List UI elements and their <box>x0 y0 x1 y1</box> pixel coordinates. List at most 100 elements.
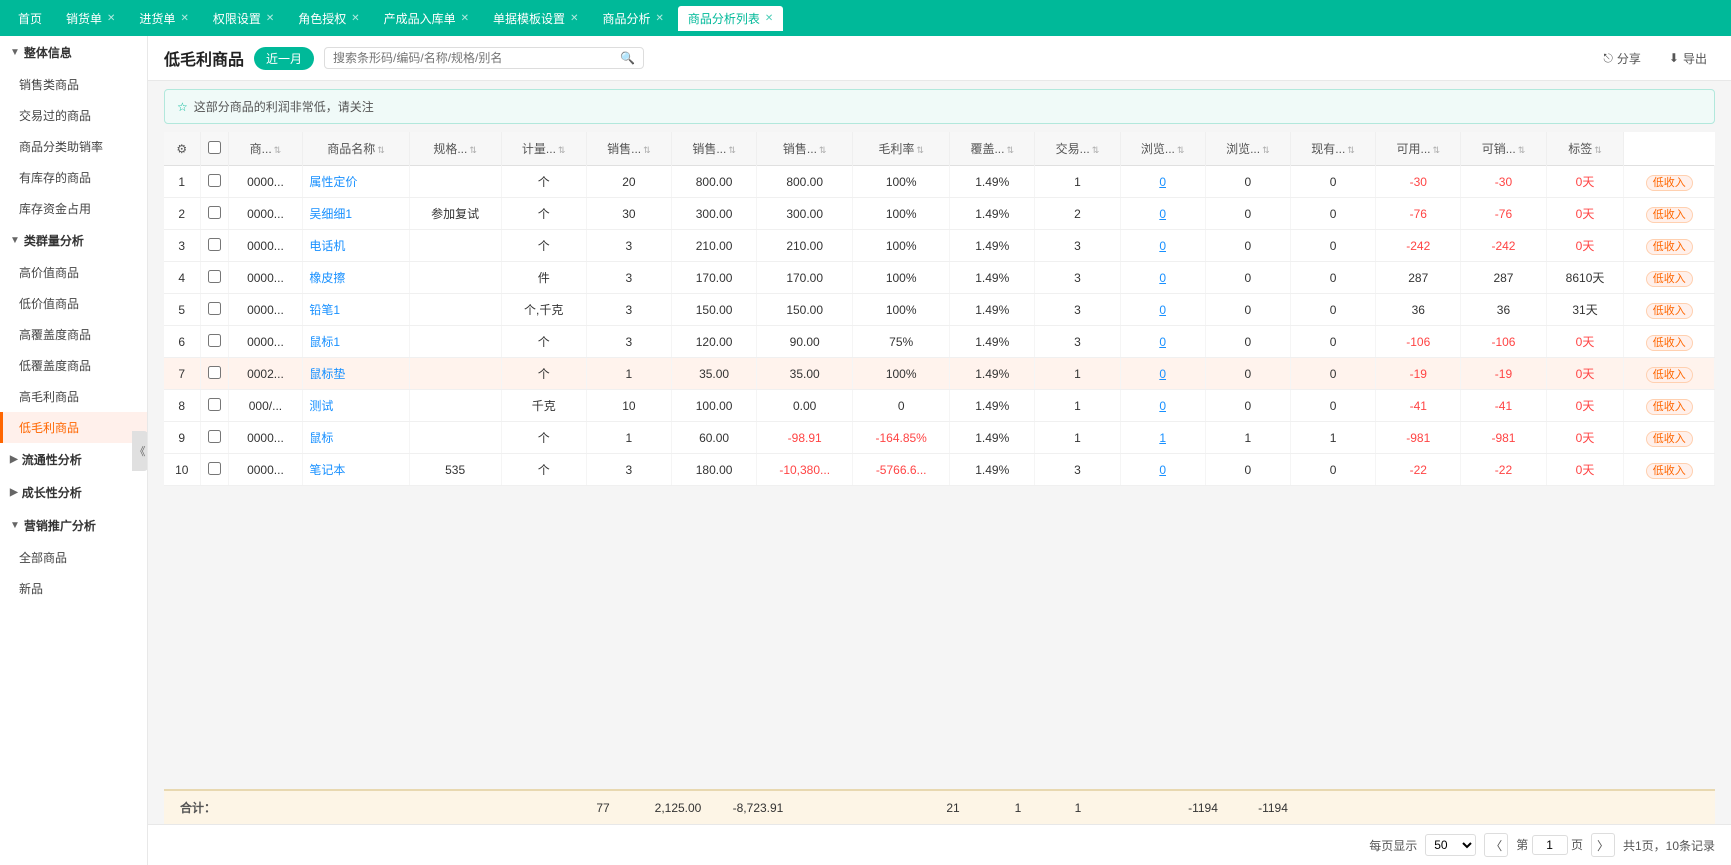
row-name[interactable]: 吴细细1 <box>303 198 409 230</box>
row-current: -981 <box>1376 422 1461 454</box>
sidebar-item-high-coverage[interactable]: 高覆盖度商品 <box>0 319 147 350</box>
sidebar-item-stock-funds[interactable]: 库存资金占用 <box>0 193 147 224</box>
sidebar-item-traded-goods[interactable]: 交易过的商品 <box>0 100 147 131</box>
col-browse2-header: 浏览...⇅ <box>1205 132 1290 166</box>
sidebar-section-cluster[interactable]: ▼ 类群量分析 <box>0 224 147 257</box>
row-select-checkbox[interactable] <box>208 398 221 411</box>
row-name[interactable]: 鼠标1 <box>303 326 409 358</box>
sidebar-item-low-margin[interactable]: 低毛利商品 <box>0 412 147 443</box>
row-checkbox[interactable] <box>200 198 228 230</box>
row-checkbox[interactable] <box>200 454 228 486</box>
nav-home[interactable]: 首页 <box>8 6 52 31</box>
search-input[interactable] <box>333 51 616 65</box>
nav-sales[interactable]: 销货单 ✕ <box>56 6 125 31</box>
sidebar-section-growth[interactable]: ▶ 成长性分析 <box>0 476 147 509</box>
row-select-checkbox[interactable] <box>208 270 221 283</box>
row-coverage: 3 <box>1035 262 1120 294</box>
search-icon[interactable]: 🔍 <box>620 51 635 65</box>
nav-product-analysis[interactable]: 商品分析 ✕ <box>592 6 673 31</box>
row-checkbox[interactable] <box>200 294 228 326</box>
row-name[interactable]: 橡皮擦 <box>303 262 409 294</box>
row-checkbox[interactable] <box>200 230 228 262</box>
row-coverage: 1 <box>1035 166 1120 198</box>
close-icon[interactable]: ✕ <box>107 13 115 24</box>
sidebar-section-marketing[interactable]: ▼ 营销推广分析 <box>0 509 147 542</box>
sidebar-item-all-products[interactable]: 全部商品 <box>0 542 147 573</box>
nav-purchase[interactable]: 进货单 ✕ <box>129 6 198 31</box>
sidebar-item-low-value[interactable]: 低价值商品 <box>0 288 147 319</box>
row-trade: 0 <box>1120 294 1205 326</box>
sidebar-item-high-value[interactable]: 高价值商品 <box>0 257 147 288</box>
row-select-checkbox[interactable] <box>208 334 221 347</box>
export-button[interactable]: ⬇ 导出 <box>1661 47 1715 70</box>
row-qty: 3 <box>586 294 671 326</box>
row-usable: -19 <box>1461 358 1546 390</box>
close-icon[interactable]: ✕ <box>655 13 663 24</box>
row-select-checkbox[interactable] <box>208 462 221 475</box>
row-select-checkbox[interactable] <box>208 238 221 251</box>
row-checkbox[interactable] <box>200 166 228 198</box>
row-spec <box>409 294 501 326</box>
row-select-checkbox[interactable] <box>208 302 221 315</box>
row-name[interactable]: 笔记本 <box>303 454 409 486</box>
row-margin: 1.49% <box>950 166 1035 198</box>
row-select-checkbox[interactable] <box>208 206 221 219</box>
nav-product-analysis-list[interactable]: 商品分析列表 ✕ <box>678 6 783 31</box>
close-icon[interactable]: ✕ <box>570 13 578 24</box>
row-name[interactable]: 鼠标垫 <box>303 358 409 390</box>
row-name[interactable]: 测试 <box>303 390 409 422</box>
sidebar-item-high-margin[interactable]: 高毛利商品 <box>0 381 147 412</box>
row-name[interactable]: 铅笔1 <box>303 294 409 326</box>
close-icon[interactable]: ✕ <box>765 13 773 24</box>
next-page-button[interactable]: 〉 <box>1591 833 1615 857</box>
select-all-checkbox[interactable] <box>208 141 221 154</box>
page-number-input[interactable] <box>1532 835 1568 855</box>
row-tag: 低收入 <box>1624 326 1715 358</box>
sidebar-item-sales-goods[interactable]: 销售类商品 <box>0 69 147 100</box>
close-icon[interactable]: ✕ <box>351 13 359 24</box>
row-trade: 0 <box>1120 230 1205 262</box>
row-checkbox[interactable] <box>200 326 228 358</box>
row-unit: 个 <box>501 454 586 486</box>
row-name[interactable]: 属性定价 <box>303 166 409 198</box>
row-trade: 0 <box>1120 358 1205 390</box>
share-button[interactable]: ⎋ 分享 <box>1595 47 1649 70</box>
row-select-checkbox[interactable] <box>208 174 221 187</box>
alert-bar: ☆ 这部分商品的利润非常低，请关注 <box>164 89 1715 124</box>
nav-template-settings[interactable]: 单据模板设置 ✕ <box>483 6 588 31</box>
table-row: 9 0000... 鼠标 个 1 60.00 -98.91 -164.85% 1… <box>164 422 1715 454</box>
page-size-select[interactable]: 50 20 100 <box>1425 834 1476 856</box>
row-checkbox[interactable] <box>200 422 228 454</box>
row-checkbox[interactable] <box>200 390 228 422</box>
row-no: 6 <box>164 326 200 358</box>
col-settings[interactable]: ⚙ <box>164 132 200 166</box>
table-header-row: ⚙ 商...⇅ 商品名称⇅ 规格...⇅ 计量...⇅ 销售...⇅ 销售...… <box>164 132 1715 166</box>
row-checkbox[interactable] <box>200 358 228 390</box>
col-name-header: 商品名称⇅ <box>303 132 409 166</box>
row-name[interactable]: 鼠标 <box>303 422 409 454</box>
close-icon[interactable]: ✕ <box>266 13 274 24</box>
nav-permissions[interactable]: 权限设置 ✕ <box>203 6 284 31</box>
sidebar-item-new-products[interactable]: 新品 <box>0 573 147 604</box>
prev-page-button[interactable]: 〈 <box>1484 833 1508 857</box>
sidebar-section-liquidity[interactable]: ▶ 流通性分析 <box>0 443 147 476</box>
sidebar-item-low-coverage[interactable]: 低覆盖度商品 <box>0 350 147 381</box>
nav-role-auth[interactable]: 角色授权 ✕ <box>288 6 369 31</box>
sidebar-item-category-sales-rate[interactable]: 商品分类助销率 <box>0 131 147 162</box>
row-select-checkbox[interactable] <box>208 366 221 379</box>
row-name[interactable]: 电话机 <box>303 230 409 262</box>
row-code: 0002... <box>228 358 303 390</box>
sidebar-section-overall[interactable]: ▼ 整体信息 <box>0 36 147 69</box>
close-icon[interactable]: ✕ <box>180 13 188 24</box>
sidebar-collapse-button[interactable]: 《 <box>132 431 148 471</box>
sidebar-item-in-stock[interactable]: 有库存的商品 <box>0 162 147 193</box>
close-icon[interactable]: ✕ <box>461 13 469 24</box>
nav-product-entry[interactable]: 产成品入库单 ✕ <box>374 6 479 31</box>
row-trade: 1 <box>1120 422 1205 454</box>
row-margin: 1.49% <box>950 262 1035 294</box>
table-row: 10 0000... 笔记本 535 个 3 180.00 -10,380...… <box>164 454 1715 486</box>
row-browse2: 0 <box>1290 358 1375 390</box>
filter-recent-month[interactable]: 近一月 <box>254 47 314 70</box>
row-checkbox[interactable] <box>200 262 228 294</box>
row-select-checkbox[interactable] <box>208 430 221 443</box>
